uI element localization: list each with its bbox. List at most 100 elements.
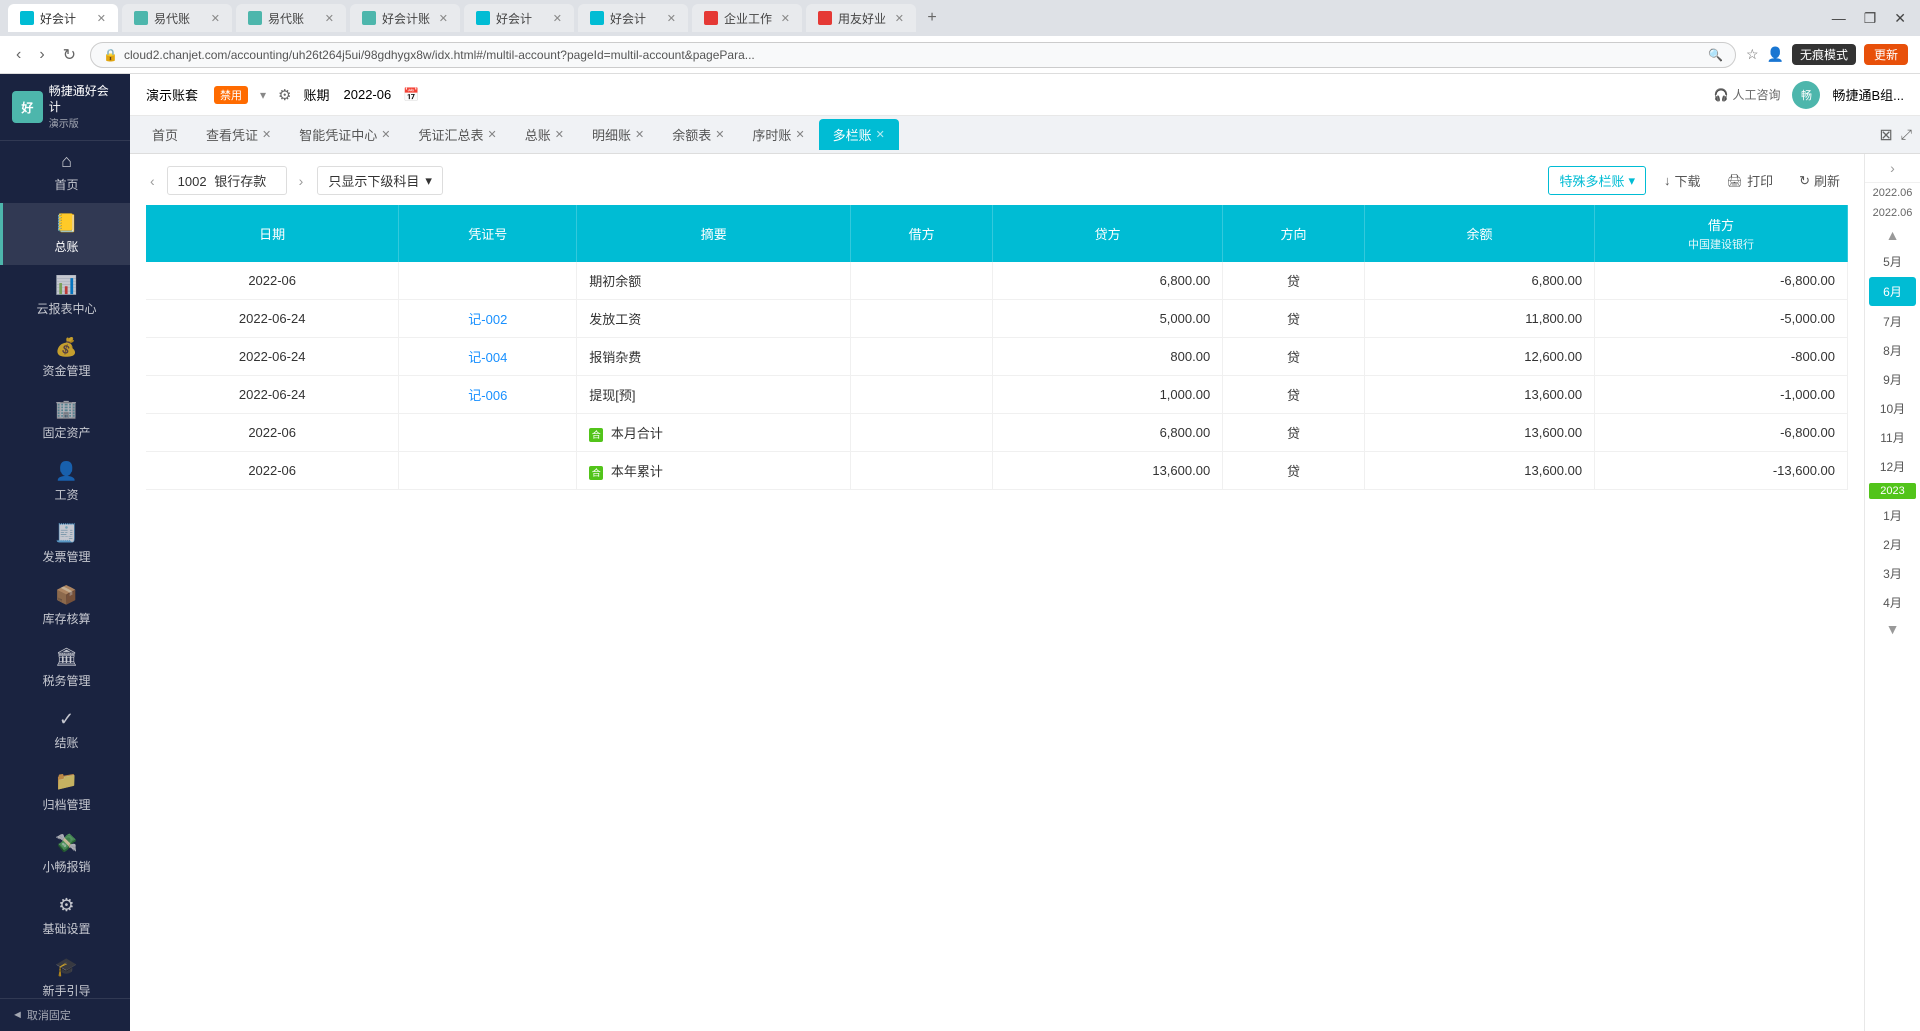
expand-icon[interactable]: ▾ (260, 88, 266, 102)
year-2022-label-2: 2022.06 (1865, 203, 1920, 223)
tab-multi-col-ledger-close[interactable]: ✕ (876, 128, 885, 141)
tab-close-6[interactable]: ✕ (553, 12, 562, 25)
prev-account-button[interactable]: ‹ (146, 171, 159, 191)
tab-voucher-summary[interactable]: 凭证汇总表 ✕ (404, 119, 510, 150)
tab-close-1[interactable]: ✕ (211, 12, 220, 25)
tab-close-8[interactable]: ✕ (781, 12, 790, 25)
month-item-sep[interactable]: 9月 (1865, 365, 1920, 394)
sidebar-item-archive[interactable]: 📁 归档管理 (0, 761, 130, 823)
calendar-icon[interactable]: 📅 (403, 87, 419, 103)
url-bar[interactable]: 🔒 cloud2.chanjet.com/accounting/uh26t264… (90, 42, 1736, 68)
month-item-mar[interactable]: 3月 (1865, 559, 1920, 588)
refresh-button[interactable]: ↻ 刷新 (1791, 167, 1848, 194)
month-item-dec[interactable]: 12月 (1865, 452, 1920, 481)
sidebar-item-home[interactable]: ⌂ 首页 (0, 141, 130, 203)
month-item-jun[interactable]: 6月 (1869, 277, 1916, 306)
tab-sequence-ledger-close[interactable]: ✕ (795, 128, 804, 141)
tab-7[interactable]: 好会计 ✕ (578, 4, 688, 32)
forward-button[interactable]: › (35, 44, 48, 66)
month-nav-down-arrow[interactable]: ▼ (1865, 617, 1920, 641)
download-button[interactable]: ↓ 下载 (1656, 167, 1709, 194)
sidebar-item-invoice[interactable]: 🧾 发票管理 (0, 513, 130, 575)
settings-gear-icon[interactable]: ⚙ (278, 86, 291, 104)
update-button[interactable]: 更新 (1864, 44, 1908, 65)
tab-balance-table-close[interactable]: ✕ (715, 128, 724, 141)
month-item-nov[interactable]: 11月 (1865, 423, 1920, 452)
sidebar-item-settings[interactable]: ⚙ 基础设置 (0, 885, 130, 947)
bookmark-icon[interactable]: ☆ (1746, 46, 1759, 63)
cell-direction-5: 贷 (1223, 452, 1365, 490)
cell-voucher-3[interactable]: 记-006 (399, 376, 577, 414)
summary-icon-5: 合 (589, 466, 603, 480)
user-profile-icon[interactable]: 👤 (1767, 46, 1784, 63)
tab-home[interactable]: 首页 (138, 119, 192, 150)
cell-debit-1 (851, 300, 993, 338)
tab-6[interactable]: 好会计 ✕ (464, 4, 574, 32)
refresh-nav-button[interactable]: ↻ (59, 43, 80, 67)
print-button[interactable]: 🖨 打印 (1719, 167, 1782, 194)
sidebar-item-salary[interactable]: 👤 工资 (0, 451, 130, 513)
voucher-link-3[interactable]: 记-006 (468, 388, 507, 403)
tab-smart-voucher[interactable]: 智能凭证中心 ✕ (285, 119, 404, 150)
month-item-jul[interactable]: 7月 (1865, 307, 1920, 336)
tab-8[interactable]: 企业工作 ✕ (692, 4, 802, 32)
tab-close-9[interactable]: ✕ (895, 12, 904, 25)
month-item-aug[interactable]: 8月 (1865, 336, 1920, 365)
sidebar-pin-button[interactable]: ◄ 取消固定 (0, 998, 130, 1031)
filter-dropdown[interactable]: 只显示下级科目 ▾ (317, 166, 443, 195)
special-multi-col-button[interactable]: 特殊多栏账 ▾ (1548, 166, 1646, 195)
month-item-feb[interactable]: 2月 (1865, 530, 1920, 559)
tab-close-3[interactable]: ✕ (439, 12, 448, 25)
sidebar-item-ledger[interactable]: 📒 总账 (0, 203, 130, 265)
tab-voucher-summary-close[interactable]: ✕ (488, 128, 497, 141)
tab-sequence-ledger[interactable]: 序时账 ✕ (738, 119, 818, 150)
month-item-apr[interactable]: 4月 (1865, 588, 1920, 617)
customer-service-button[interactable]: 🎧 人工咨询 (1714, 86, 1781, 103)
tab-detail-ledger[interactable]: 明细账 ✕ (578, 119, 658, 150)
month-item-may[interactable]: 5月 (1865, 247, 1920, 276)
minimize-button[interactable]: — (1826, 8, 1852, 28)
tab-1[interactable]: 易代账 ✕ (122, 4, 232, 32)
tab-close-2[interactable]: ✕ (325, 12, 334, 25)
tab-smart-voucher-close[interactable]: ✕ (381, 128, 390, 141)
cell-voucher-2[interactable]: 记-004 (399, 338, 577, 376)
tab-2[interactable]: 易代账 ✕ (236, 4, 346, 32)
tab-9[interactable]: 用友好业 ✕ (806, 4, 916, 32)
tab-voucher-view[interactable]: 查看凭证 ✕ (192, 119, 285, 150)
tab-general-ledger-close[interactable]: ✕ (555, 128, 564, 141)
sidebar-item-report[interactable]: 📊 云报表中心 (0, 265, 130, 327)
sidebar-item-asset[interactable]: 🏢 固定资产 (0, 389, 130, 451)
sidebar-item-expense[interactable]: 💸 小畅报销 (0, 823, 130, 885)
voucher-link-1[interactable]: 记-002 (468, 312, 507, 327)
month-item-jan[interactable]: 1月 (1865, 501, 1920, 530)
sidebar-item-tax[interactable]: 🏛 税务管理 (0, 637, 130, 699)
cell-voucher-1[interactable]: 记-002 (399, 300, 577, 338)
new-tab-button[interactable]: + (920, 6, 944, 30)
print-label: 打印 (1747, 171, 1773, 190)
tab-voucher-view-close[interactable]: ✕ (262, 128, 271, 141)
user-avatar[interactable]: 畅 (1792, 81, 1820, 109)
tab-multi-col-ledger[interactable]: 多栏账 ✕ (819, 119, 899, 150)
back-button[interactable]: ‹ (12, 44, 25, 66)
month-nav-up-arrow[interactable]: ▲ (1865, 223, 1920, 247)
tab-3[interactable]: 好会计账 ✕ (350, 4, 460, 32)
sidebar-item-guide[interactable]: 🎓 新手引导 (0, 947, 130, 998)
tab-balance-table[interactable]: 余额表 ✕ (658, 119, 738, 150)
sidebar-item-label-salary: 工资 (54, 486, 78, 503)
month-nav-collapse-btn[interactable]: › (1865, 154, 1920, 183)
next-account-button[interactable]: › (295, 171, 308, 191)
maximize-button[interactable]: ❐ (1858, 8, 1883, 29)
active-tab[interactable]: 好会计 ✕ (8, 4, 118, 32)
sidebar-item-inventory[interactable]: 📦 库存核算 (0, 575, 130, 637)
sidebar-item-settle[interactable]: ✓ 结账 (0, 699, 130, 761)
tab-nav-collapse[interactable]: ⊠ ⤢ (1879, 125, 1912, 145)
voucher-link-2[interactable]: 记-004 (468, 350, 507, 365)
tab-detail-ledger-close[interactable]: ✕ (635, 128, 644, 141)
no-trace-button[interactable]: 无痕模式 (1792, 44, 1856, 65)
tab-general-ledger[interactable]: 总账 ✕ (511, 119, 578, 150)
month-item-oct[interactable]: 10月 (1865, 394, 1920, 423)
sidebar-item-fund[interactable]: 💰 资金管理 (0, 327, 130, 389)
close-button[interactable]: ✕ (1888, 8, 1912, 29)
tab-close-btn[interactable]: ✕ (97, 12, 106, 25)
tab-close-7[interactable]: ✕ (667, 12, 676, 25)
